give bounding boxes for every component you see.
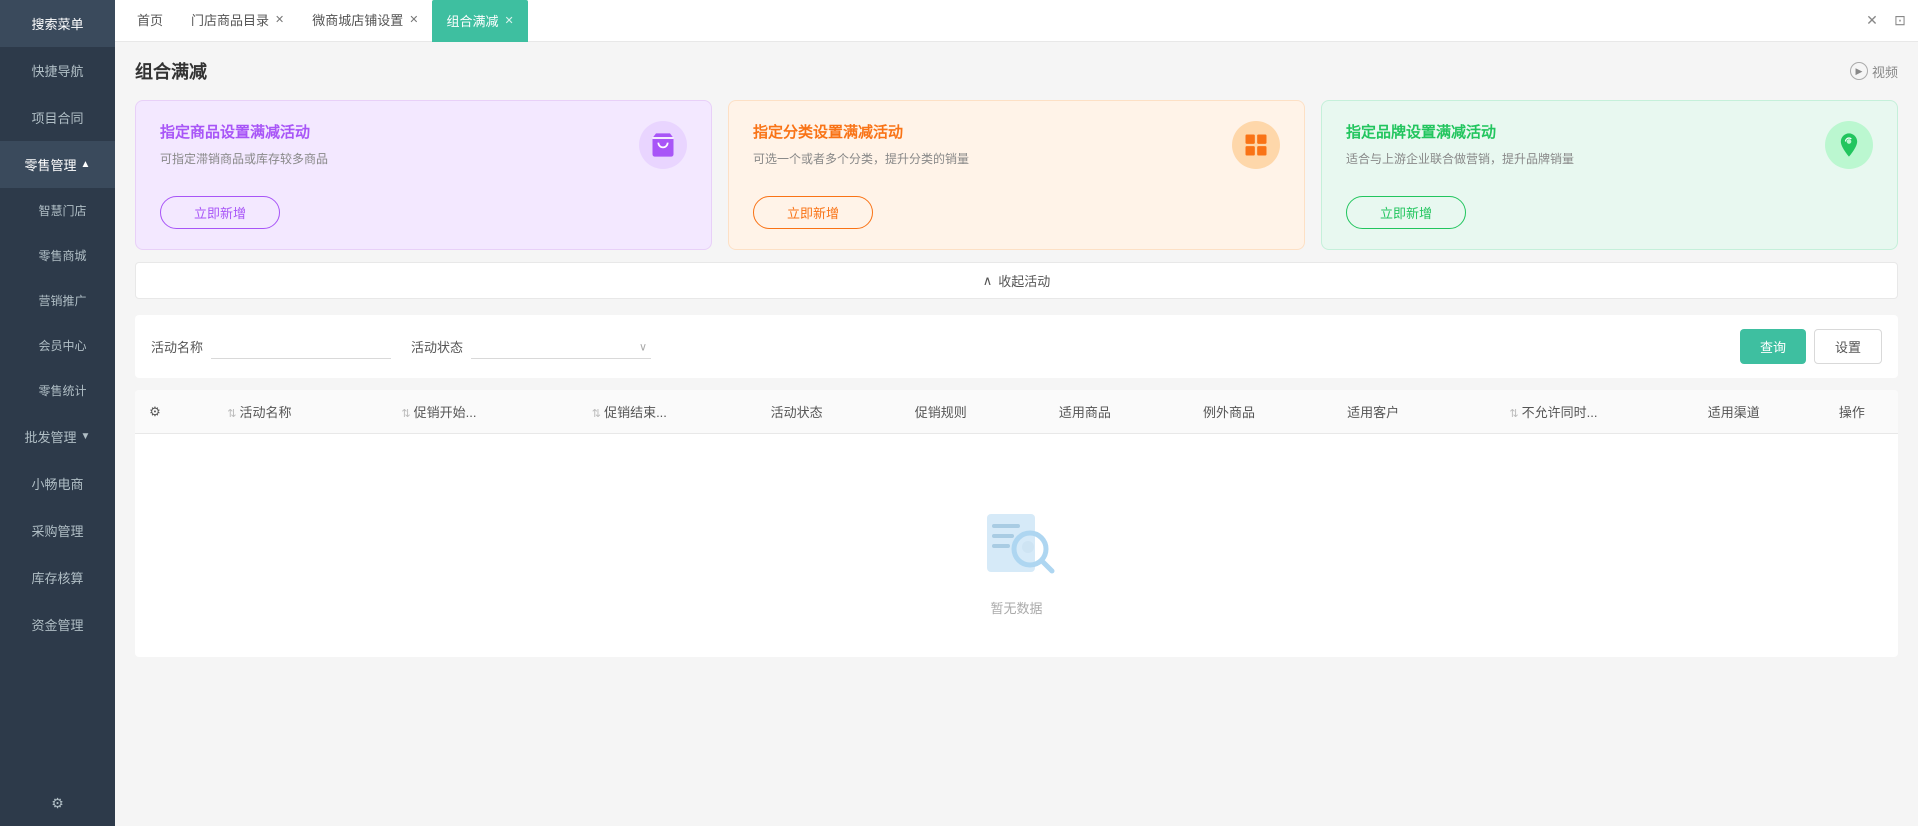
tab-home[interactable]: 首页 [123, 0, 177, 42]
activity-status-select[interactable] [471, 335, 651, 359]
resize-window-icon: ⊡ [1894, 12, 1906, 29]
query-btn[interactable]: 查询 [1740, 329, 1806, 364]
main-area: 首页 门店商品目录 ✕ 微商城店铺设置 ✕ 组合满减 ✕ ✕ ⊡ 组合满减 [115, 0, 1918, 826]
empty-state: 暂无数据 [135, 434, 1898, 657]
product-promo-desc: 可指定滞销商品或库存较多商品 [160, 150, 687, 182]
activity-status-label: 活动状态 [411, 337, 463, 356]
table-col-promo-rule: 促销规则 [869, 390, 1013, 434]
data-table: ⚙ 活动名称 促销开始... 促销结束... 活动状态 促销规则 适用商品 例外… [135, 390, 1898, 657]
search-bar: 活动名称 活动状态 查询 设置 [135, 315, 1898, 378]
table-settings-icon: ⚙ [149, 404, 161, 419]
brand-promo-btn[interactable]: 立即新增 [1346, 196, 1466, 229]
sidebar-item-project-contract[interactable]: 项目合同 [0, 94, 115, 141]
brand-promo-icon [1825, 121, 1873, 169]
sidebar-item-xiaochangec[interactable]: 小畅电商 [0, 460, 115, 507]
video-link[interactable]: ▶ 视频 [1850, 62, 1898, 81]
category-promo-btn[interactable]: 立即新增 [753, 196, 873, 229]
settings-btn[interactable]: 设置 [1814, 329, 1882, 364]
activity-name-field: 活动名称 [151, 335, 391, 359]
sidebar-item-purchase-mgmt[interactable]: 采购管理 [0, 507, 115, 554]
sidebar-item-retail-stats[interactable]: 零售统计 [0, 368, 115, 413]
empty-text: 暂无数据 [990, 598, 1042, 617]
sidebar-item-quick-nav[interactable]: 快捷导航 [0, 47, 115, 94]
activity-name-label: 活动名称 [151, 337, 203, 356]
sidebar-item-marketing[interactable]: 营销推广 [0, 278, 115, 323]
promo-cards-row: 指定商品设置满减活动 可指定滞销商品或库存较多商品 立即新增 指定分类设置满减活… [135, 100, 1898, 250]
brand-promo-title: 指定品牌设置满减活动 [1346, 121, 1873, 142]
table-col-activity-status: 活动状态 [725, 390, 869, 434]
category-promo-card: 指定分类设置满减活动 可选一个或者多个分类，提升分类的销量 立即新增 [728, 100, 1305, 250]
sidebar: 搜索菜单 快捷导航 项目合同 零售管理 ▲ 智慧门店 零售商城 营销推广 会员中… [0, 0, 115, 826]
product-promo-icon [639, 121, 687, 169]
wholesale-mgmt-arrow: ▼ [81, 431, 91, 442]
table-col-settings[interactable]: ⚙ [135, 390, 175, 434]
sidebar-item-finance-mgmt[interactable]: 资金管理 [0, 601, 115, 648]
sidebar-item-wholesale-mgmt[interactable]: 批发管理 ▼ [0, 413, 115, 460]
table-col-activity-name[interactable]: 活动名称 [175, 390, 344, 434]
page-header: 组合满减 ▶ 视频 [135, 58, 1898, 84]
activity-status-select-wrapper [471, 335, 651, 359]
close-wechat-store-icon[interactable]: ✕ [409, 13, 418, 26]
sidebar-item-member-center[interactable]: 会员中心 [0, 323, 115, 368]
search-actions: 查询 设置 [1740, 329, 1882, 364]
sidebar-item-search-menu[interactable]: 搜索菜单 [0, 0, 115, 47]
window-resize-btn[interactable]: ⊡ [1890, 11, 1910, 31]
table-col-applicable-goods: 适用商品 [1013, 390, 1157, 434]
product-promo-title: 指定商品设置满减活动 [160, 121, 687, 142]
sidebar-item-retail-mall[interactable]: 零售商城 [0, 233, 115, 278]
table-col-promo-start[interactable]: 促销开始... [344, 390, 534, 434]
tab-bar: 首页 门店商品目录 ✕ 微商城店铺设置 ✕ 组合满减 ✕ ✕ ⊡ [115, 0, 1918, 42]
table-col-no-concurrent[interactable]: 不允许同时... [1445, 390, 1661, 434]
play-icon: ▶ [1850, 62, 1868, 80]
table-col-applicable-channel: 适用渠道 [1662, 390, 1806, 434]
sidebar-item-inventory-calc[interactable]: 库存核算 [0, 554, 115, 601]
category-promo-icon [1232, 121, 1280, 169]
tab-bar-right: ✕ ⊡ [1862, 11, 1910, 31]
sidebar-item-retail-mgmt[interactable]: 零售管理 ▲ [0, 141, 115, 188]
sidebar-settings[interactable]: ⚙ [0, 781, 115, 826]
close-store-catalog-icon[interactable]: ✕ [275, 13, 284, 26]
window-close-btn[interactable]: ✕ [1862, 11, 1882, 31]
table-col-exception-goods: 例外商品 [1157, 390, 1301, 434]
product-promo-card: 指定商品设置满减活动 可指定滞销商品或库存较多商品 立即新增 [135, 100, 712, 250]
collapse-bar[interactable]: ∧ 收起活动 [135, 262, 1898, 299]
settings-icon: ⚙ [51, 795, 64, 811]
table-container: ⚙ 活动名称 促销开始... 促销结束... 活动状态 促销规则 适用商品 例外… [135, 390, 1898, 657]
page-title: 组合满减 [135, 58, 207, 84]
table-col-promo-end[interactable]: 促销结束... [534, 390, 724, 434]
brand-promo-card: 指定品牌设置满减活动 适合与上游企业联合做营销，提升品牌销量 立即新增 [1321, 100, 1898, 250]
brand-promo-desc: 适合与上游企业联合做营销，提升品牌销量 [1346, 150, 1873, 182]
category-promo-desc: 可选一个或者多个分类，提升分类的销量 [753, 150, 1280, 182]
table-header: ⚙ 活动名称 促销开始... 促销结束... 活动状态 促销规则 适用商品 例外… [135, 390, 1898, 434]
sidebar-item-smart-store[interactable]: 智慧门店 [0, 188, 115, 233]
table-col-operation: 操作 [1806, 390, 1898, 434]
tab-combo-discount[interactable]: 组合满减 ✕ [432, 0, 527, 42]
collapse-icon: ∧ [983, 273, 993, 289]
empty-icon [972, 494, 1062, 584]
product-promo-btn[interactable]: 立即新增 [160, 196, 280, 229]
close-combo-discount-icon[interactable]: ✕ [505, 14, 514, 27]
activity-status-field: 活动状态 [411, 335, 651, 359]
table-body: 暂无数据 [135, 434, 1898, 658]
retail-mgmt-arrow: ▲ [81, 159, 91, 170]
tab-store-catalog[interactable]: 门店商品目录 ✕ [177, 0, 298, 42]
activity-name-input[interactable] [211, 335, 391, 359]
content-area: 组合满减 ▶ 视频 指定商品设置满减活动 可指定滞销商品或库存较多商品 [115, 42, 1918, 826]
category-promo-title: 指定分类设置满减活动 [753, 121, 1280, 142]
collapse-label: 收起活动 [998, 271, 1050, 290]
close-window-icon: ✕ [1866, 12, 1878, 29]
table-col-applicable-customer: 适用客户 [1301, 390, 1445, 434]
tab-wechat-store-settings[interactable]: 微商城店铺设置 ✕ [298, 0, 432, 42]
